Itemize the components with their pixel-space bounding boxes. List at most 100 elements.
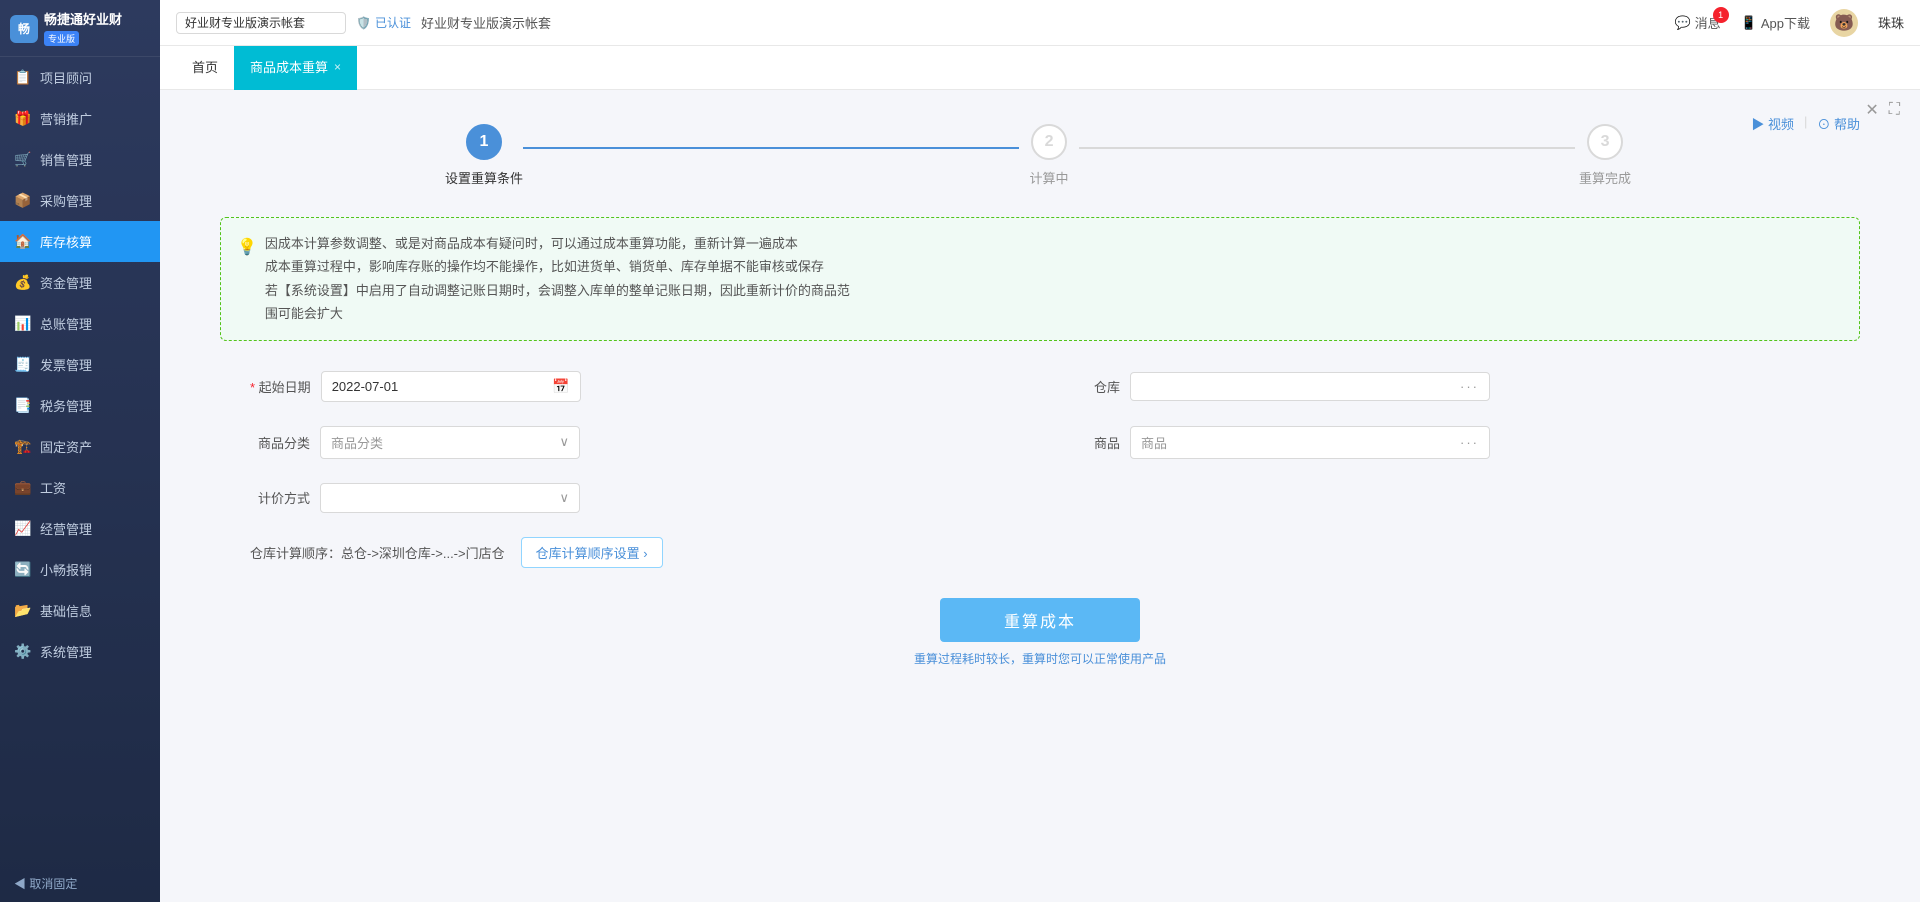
help-link[interactable]: ⊙ 帮助 bbox=[1817, 114, 1860, 133]
sidebar-item-salary[interactable]: 💼 工资 bbox=[0, 467, 160, 508]
goods-input[interactable]: 商品 ··· bbox=[1130, 426, 1490, 459]
warehouse-input[interactable]: ··· bbox=[1130, 372, 1490, 401]
start-date-input[interactable]: 2022-07-01 📅 bbox=[321, 371, 581, 402]
info-box-wrapper: 💡 因成本计算参数调整、或是对商品成本有疑问时，可以通过成本重算功能，重新计算一… bbox=[220, 217, 1860, 341]
sidebar-item-label: 库存核算 bbox=[40, 232, 92, 251]
warehouse-field: 仓库 ··· bbox=[1060, 372, 1830, 401]
warehouse-order-label: 仓库计算顺序：总仓->深圳仓库->...->门店仓 bbox=[250, 543, 505, 562]
warehouse-order-btn[interactable]: 仓库计算顺序设置 › bbox=[521, 537, 663, 568]
username-label[interactable]: 珠珠 bbox=[1878, 13, 1904, 32]
sidebar-item-finance[interactable]: 💰 资金管理 bbox=[0, 262, 160, 303]
sidebar-item-label: 资金管理 bbox=[40, 273, 92, 292]
category-select[interactable]: 商品分类 ∨ bbox=[320, 426, 580, 459]
close-window-button[interactable]: ✕ bbox=[1865, 100, 1878, 120]
verified-badge: 🛡️ 已认证 bbox=[356, 14, 411, 31]
sidebar-item-sales[interactable]: 🛒 销售管理 bbox=[0, 139, 160, 180]
help-links: ▶ 视频 | ⊙ 帮助 bbox=[1751, 114, 1860, 133]
steps-wrapper: 1 设置重算条件 2 计算中 3 bbox=[445, 124, 1635, 187]
sidebar-item-label: 销售管理 bbox=[40, 150, 92, 169]
asset-icon: 🏗️ bbox=[14, 438, 32, 455]
sidebar-item-accounting[interactable]: 📊 总账管理 bbox=[0, 303, 160, 344]
form-row-1: * 起始日期 2022-07-01 📅 仓库 ··· bbox=[250, 371, 1830, 402]
sidebar-item-system[interactable]: ⚙️ 系统管理 bbox=[0, 631, 160, 672]
marketing-icon: 🎁 bbox=[14, 110, 32, 127]
message-icon: 💬 bbox=[1674, 15, 1690, 31]
step-3-number: 3 bbox=[1601, 133, 1610, 151]
recalc-section: 重算成本 重算过程耗时较长，重算时您可以正常使用产品 bbox=[190, 598, 1890, 667]
content-area: ✕ ⛶ ▶ 视频 | ⊙ 帮助 1 设置重算条件 bbox=[160, 90, 1920, 902]
calendar-icon[interactable]: 📅 bbox=[552, 378, 569, 395]
expense-icon: 🔄 bbox=[14, 561, 32, 578]
step-1-label: 设置重算条件 bbox=[445, 168, 523, 187]
sidebar-item-project[interactable]: 📋 项目顾问 bbox=[0, 57, 160, 98]
goods-placeholder: 商品 bbox=[1141, 433, 1167, 452]
step-3-label: 重算完成 bbox=[1579, 168, 1631, 187]
tabs-bar: 首页 商品成本重算 × bbox=[160, 46, 1920, 90]
recalc-button[interactable]: 重算成本 bbox=[940, 598, 1140, 642]
operation-icon: 📈 bbox=[14, 520, 32, 537]
sidebar-item-label: 营销推广 bbox=[40, 109, 92, 128]
video-link[interactable]: ▶ 视频 bbox=[1751, 114, 1794, 133]
app-badge: 专业版 bbox=[44, 31, 79, 46]
info-icon: 💡 bbox=[237, 234, 257, 326]
tab-home[interactable]: 首页 bbox=[176, 46, 234, 90]
step-3-circle: 3 bbox=[1587, 124, 1623, 160]
form-row-3: 计价方式 ∨ bbox=[250, 483, 1830, 513]
warehouse-dots: ··· bbox=[1460, 379, 1479, 394]
sidebar-toggle-button[interactable]: ◀ 取消固定 bbox=[0, 865, 160, 902]
category-field: 商品分类 商品分类 ∨ bbox=[250, 426, 1020, 459]
goods-field: 商品 商品 ··· bbox=[1060, 426, 1830, 459]
expand-window-button[interactable]: ⛶ bbox=[1889, 101, 1900, 119]
price-method-select[interactable]: ∨ bbox=[320, 483, 580, 513]
warehouse-order-btn-label: 仓库计算顺序设置 › bbox=[536, 543, 648, 562]
goods-label: 商品 bbox=[1060, 433, 1120, 452]
form-section: * 起始日期 2022-07-01 📅 仓库 ··· 商品分 bbox=[190, 371, 1890, 568]
verified-text: 已认证 bbox=[375, 14, 411, 31]
account-dropdown[interactable]: 好业财专业版演示帐套 bbox=[176, 12, 346, 34]
category-label: 商品分类 bbox=[250, 433, 310, 452]
account-selector[interactable]: 好业财专业版演示帐套 bbox=[176, 12, 346, 34]
price-method-chevron-icon: ∨ bbox=[559, 490, 569, 506]
info-box: 💡 因成本计算参数调整、或是对商品成本有疑问时，可以通过成本重算功能，重新计算一… bbox=[220, 217, 1860, 341]
sidebar-item-label: 小畅报销 bbox=[40, 560, 92, 579]
info-line-3: 若【系统设置】中启用了自动调整记账日期时，会调整入库单的整单记账日期，因此重新计… bbox=[265, 279, 850, 302]
sidebar-item-tax[interactable]: 📑 税务管理 bbox=[0, 385, 160, 426]
sidebar-item-label: 总账管理 bbox=[40, 314, 92, 333]
sidebar-item-purchase[interactable]: 📦 采购管理 bbox=[0, 180, 160, 221]
sidebar-title-group: 畅捷通好业财 专业版 bbox=[44, 12, 122, 46]
sidebar-item-label: 项目顾问 bbox=[40, 68, 92, 87]
sidebar-item-asset[interactable]: 🏗️ 固定资产 bbox=[0, 426, 160, 467]
goods-dots: ··· bbox=[1460, 435, 1479, 450]
sidebar-item-base[interactable]: 📂 基础信息 bbox=[0, 590, 160, 631]
start-date-field: * 起始日期 2022-07-01 📅 bbox=[250, 371, 1020, 402]
recalc-hint: 重算过程耗时较长，重算时您可以正常使用产品 bbox=[914, 650, 1166, 667]
sidebar-item-inventory[interactable]: 🏠 库存核算 bbox=[0, 221, 160, 262]
inventory-icon: 🏠 bbox=[14, 233, 32, 250]
base-icon: 📂 bbox=[14, 602, 32, 619]
messages-button[interactable]: 💬 消息 1 bbox=[1674, 13, 1720, 32]
sidebar-item-label: 发票管理 bbox=[40, 355, 92, 374]
step-1: 1 设置重算条件 bbox=[445, 124, 523, 187]
help-divider: | bbox=[1804, 114, 1807, 133]
sidebar-item-operation[interactable]: 📈 经营管理 bbox=[0, 508, 160, 549]
sales-icon: 🛒 bbox=[14, 151, 32, 168]
sidebar-footer-label: ◀ 取消固定 bbox=[14, 875, 77, 892]
invoice-icon: 🧾 bbox=[14, 356, 32, 373]
tab-close-button[interactable]: × bbox=[334, 60, 341, 74]
app-download-button[interactable]: 📱 App下载 bbox=[1741, 13, 1810, 32]
avatar[interactable]: 🐻 bbox=[1830, 9, 1858, 37]
price-method-field: 计价方式 ∨ bbox=[250, 483, 1020, 513]
tab-cost-recalc[interactable]: 商品成本重算 × bbox=[234, 46, 357, 90]
sidebar-item-expense[interactable]: 🔄 小畅报销 bbox=[0, 549, 160, 590]
sidebar-item-label: 固定资产 bbox=[40, 437, 92, 456]
step-2-circle: 2 bbox=[1031, 124, 1067, 160]
step-2-number: 2 bbox=[1045, 133, 1054, 151]
phone-icon: 📱 bbox=[1741, 15, 1757, 31]
category-chevron-icon: ∨ bbox=[559, 434, 569, 450]
step-2: 2 计算中 bbox=[1019, 124, 1079, 187]
sidebar-item-invoice[interactable]: 🧾 发票管理 bbox=[0, 344, 160, 385]
app-icon: 畅 bbox=[10, 15, 38, 43]
step-connector-1 bbox=[523, 147, 1019, 149]
sidebar-item-marketing[interactable]: 🎁 营销推广 bbox=[0, 98, 160, 139]
topbar: 好业财专业版演示帐套 🛡️ 已认证 好业财专业版演示帐套 💬 消息 1 📱 Ap… bbox=[160, 0, 1920, 46]
